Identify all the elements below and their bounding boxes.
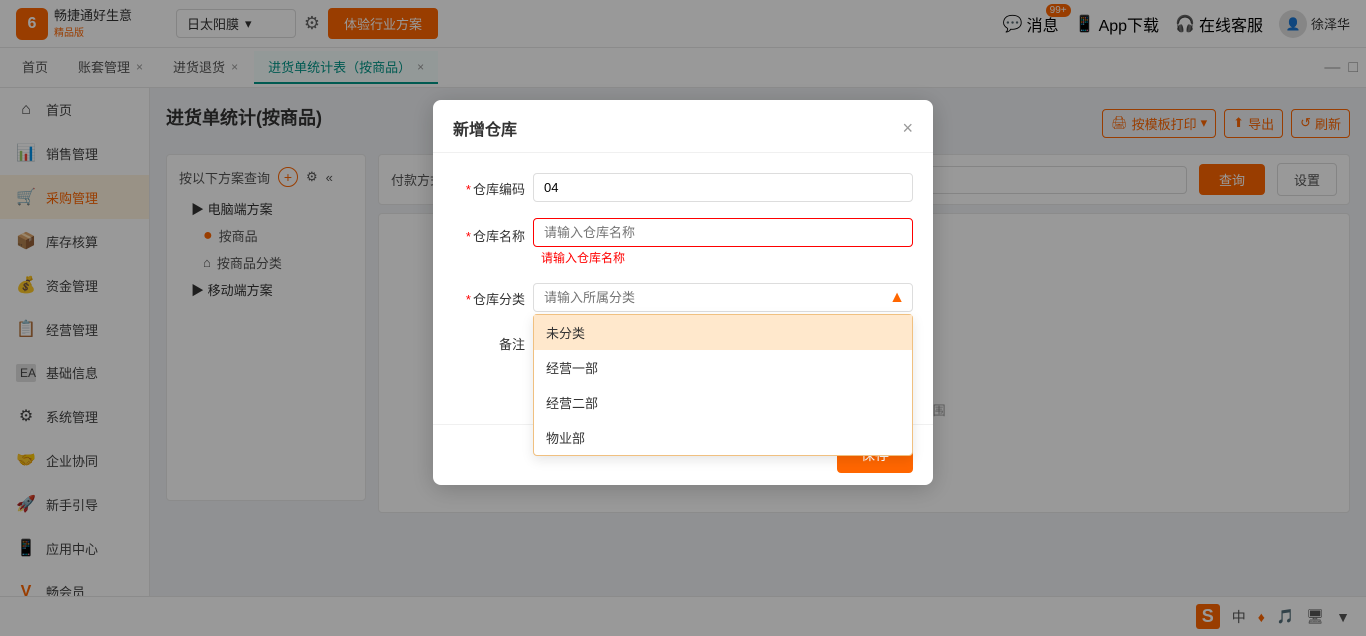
dropdown-item-uncategorized[interactable]: 未分类 [534, 315, 912, 350]
warehouse-category-label: 仓库分类 [453, 283, 533, 308]
warehouse-name-error: 请输入仓库名称 [541, 249, 625, 267]
notes-label: 备注 [453, 328, 533, 353]
warehouse-category-input[interactable] [533, 283, 913, 312]
warehouse-code-row: 仓库编码 [453, 173, 913, 202]
dropdown-item-ops1[interactable]: 经营一部 [534, 350, 912, 385]
warehouse-name-row: 仓库名称 请输入仓库名称 [453, 218, 913, 267]
warehouse-name-label: 仓库名称 [453, 220, 533, 245]
warehouse-name-inner: 仓库名称 [453, 218, 913, 247]
modal-close-btn[interactable]: × [902, 118, 913, 139]
warehouse-code-input[interactable] [533, 173, 913, 202]
dropdown-item-property[interactable]: 物业部 [534, 420, 912, 455]
warehouse-name-input[interactable] [533, 218, 913, 247]
modal-body: 仓库编码 仓库名称 请输入仓库名称 仓库分类 ▲ [433, 153, 933, 424]
dropdown-item-ops2[interactable]: 经营二部 [534, 385, 912, 420]
warehouse-category-wrapper: ▲ 未分类 经营一部 经营二部 物业部 [533, 283, 913, 312]
category-dropdown: 未分类 经营一部 经营二部 物业部 [533, 314, 913, 456]
modal-overlay: 新增仓库 × 仓库编码 仓库名称 请输入仓库名称 仓库分类 [0, 0, 1366, 636]
chevron-up-icon[interactable]: ▲ [889, 289, 905, 307]
new-warehouse-modal: 新增仓库 × 仓库编码 仓库名称 请输入仓库名称 仓库分类 [433, 100, 933, 485]
warehouse-code-label: 仓库编码 [453, 173, 533, 198]
modal-title: 新增仓库 [453, 116, 517, 140]
modal-header: 新增仓库 × [433, 100, 933, 153]
warehouse-category-row: 仓库分类 ▲ 未分类 经营一部 经营二部 物业部 [453, 283, 913, 312]
